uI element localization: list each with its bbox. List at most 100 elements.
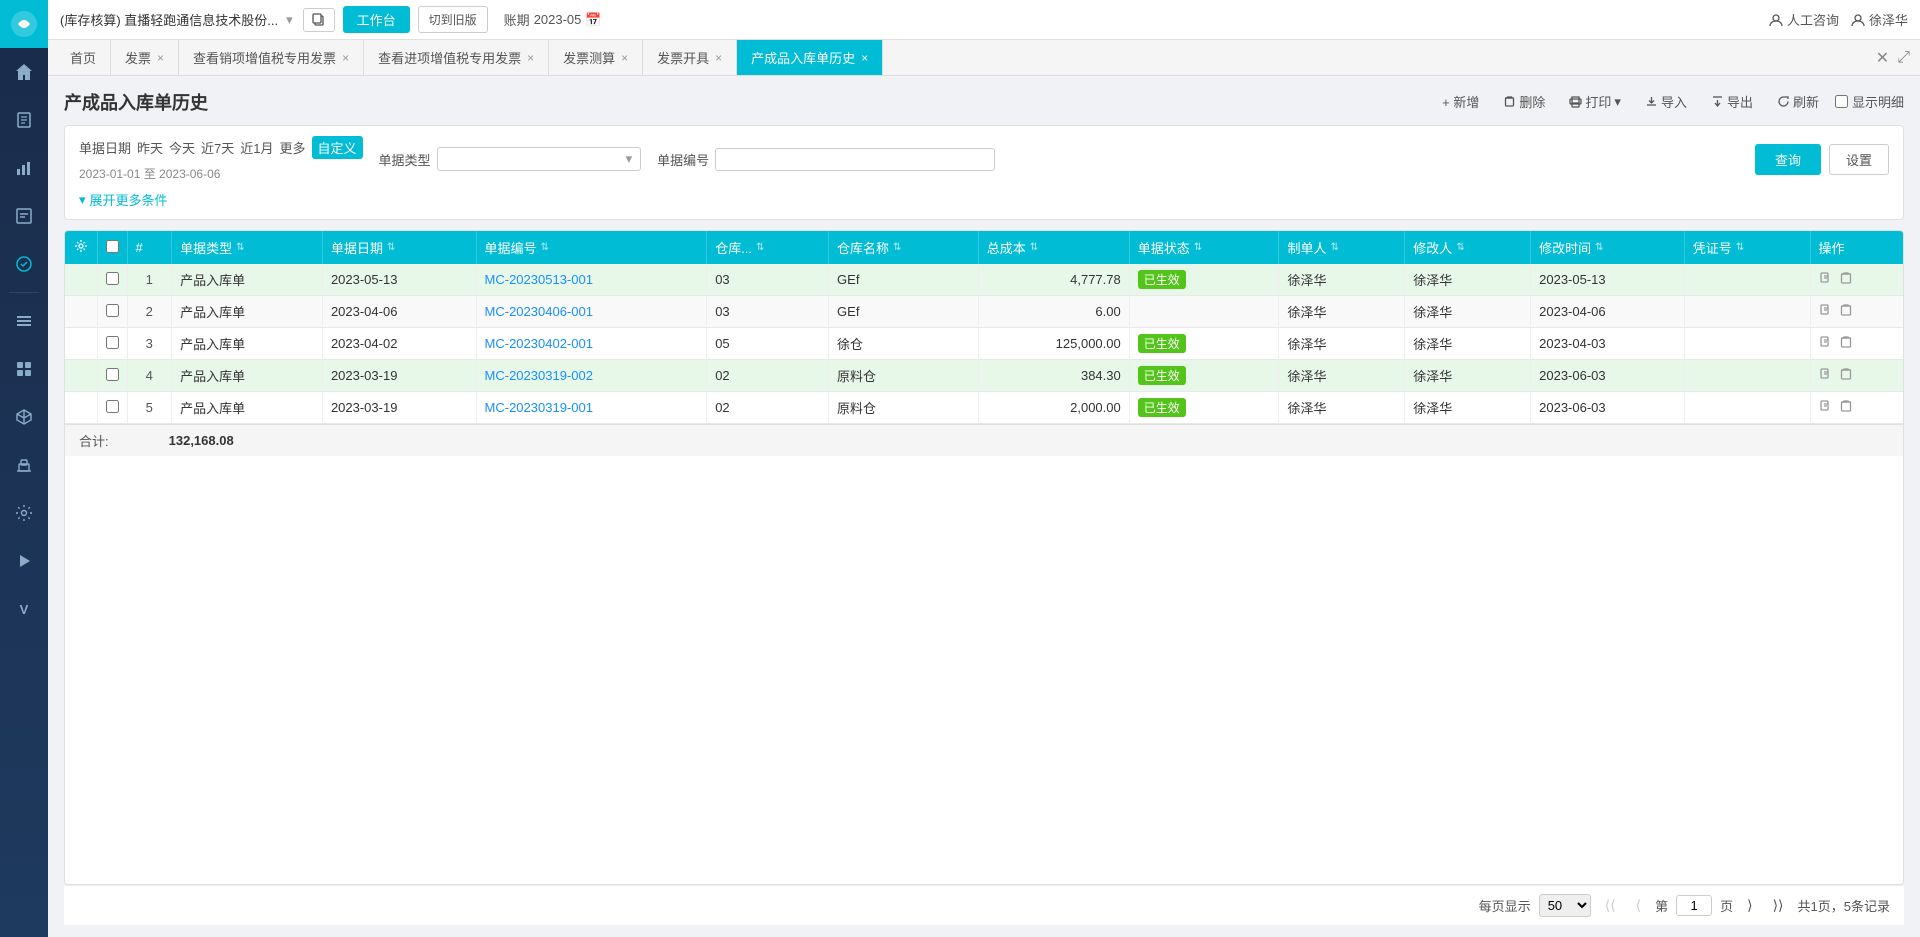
- delete-row-icon[interactable]: [1839, 399, 1853, 416]
- shortcut-custom[interactable]: 自定义: [312, 136, 363, 159]
- td-number[interactable]: MC-20230402-001: [476, 328, 707, 360]
- tab-history[interactable]: 产成品入库单历史 ×: [737, 40, 883, 76]
- sidebar-item-box[interactable]: [0, 393, 48, 441]
- tab-close-all-button[interactable]: ✕: [1876, 48, 1889, 68]
- th-checkbox[interactable]: [97, 231, 127, 264]
- tab-invoice-close[interactable]: ×: [157, 51, 164, 65]
- th-modify-time[interactable]: 修改时间⇅: [1531, 231, 1685, 264]
- delete-button[interactable]: 删除: [1495, 88, 1553, 115]
- th-warehouse-code[interactable]: 仓库...⇅: [707, 231, 829, 264]
- shortcut-yesterday[interactable]: 昨天: [137, 138, 163, 157]
- company-dropdown-icon[interactable]: ▾: [286, 12, 293, 28]
- td-checkbox[interactable]: [97, 296, 127, 328]
- tab-open[interactable]: 发票开具 ×: [643, 40, 737, 76]
- edit-icon[interactable]: [1819, 399, 1833, 416]
- th-total-cost[interactable]: 总成本⇅: [978, 231, 1129, 264]
- sidebar-item-stamp[interactable]: [0, 441, 48, 489]
- sidebar-item-settings[interactable]: [0, 489, 48, 537]
- copy-button[interactable]: [303, 8, 335, 32]
- sidebar-item-play[interactable]: [0, 537, 48, 585]
- tab-input-vat[interactable]: 查看进项增值税专用发票 ×: [364, 40, 549, 76]
- tab-maximize-button[interactable]: ⤢: [1897, 49, 1910, 67]
- shortcut-more[interactable]: 更多: [280, 138, 306, 157]
- row-checkbox[interactable]: [106, 336, 119, 349]
- delete-row-icon[interactable]: [1839, 335, 1853, 352]
- edit-icon[interactable]: [1819, 367, 1833, 384]
- period-calendar-icon[interactable]: 📅: [585, 12, 601, 28]
- th-voucher[interactable]: 凭证号⇅: [1684, 231, 1810, 264]
- sidebar-item-list[interactable]: [0, 297, 48, 345]
- tab-sales-vat[interactable]: 查看销项增值税专用发票 ×: [179, 40, 364, 76]
- tab-calc[interactable]: 发票测算 ×: [549, 40, 643, 76]
- row-checkbox[interactable]: [106, 368, 119, 381]
- export-button[interactable]: 导出: [1703, 88, 1761, 115]
- next-page-button[interactable]: ⟩: [1741, 895, 1758, 916]
- last-page-button[interactable]: ⟩⟩: [1767, 895, 1790, 916]
- expand-more-button[interactable]: ▾ 展开更多条件: [79, 190, 168, 209]
- app-logo[interactable]: [0, 0, 48, 48]
- query-button[interactable]: 查询: [1755, 144, 1821, 175]
- display-detail-checkbox[interactable]: [1835, 95, 1848, 108]
- sidebar-item-invoice[interactable]: [0, 192, 48, 240]
- th-date[interactable]: 单据日期⇅: [322, 231, 476, 264]
- number-link[interactable]: MC-20230406-001: [485, 304, 593, 319]
- username-display[interactable]: 徐泽华: [1851, 10, 1908, 29]
- td-number[interactable]: MC-20230406-001: [476, 296, 707, 328]
- td-checkbox[interactable]: [97, 328, 127, 360]
- page-input[interactable]: [1676, 895, 1712, 916]
- sidebar-item-chart[interactable]: [0, 144, 48, 192]
- number-input[interactable]: [724, 152, 986, 167]
- edit-icon[interactable]: [1819, 271, 1833, 288]
- tab-history-close[interactable]: ×: [861, 51, 868, 65]
- tab-sales-vat-close[interactable]: ×: [342, 51, 349, 65]
- delete-row-icon[interactable]: [1839, 271, 1853, 288]
- set-button[interactable]: 设置: [1829, 144, 1889, 175]
- delete-row-icon[interactable]: [1839, 367, 1853, 384]
- workbench-button[interactable]: 工作台: [343, 6, 410, 33]
- user-service[interactable]: 人工咨询: [1769, 10, 1839, 29]
- number-link[interactable]: MC-20230513-001: [485, 272, 593, 287]
- number-link[interactable]: MC-20230319-001: [485, 400, 593, 415]
- print-dropdown-icon[interactable]: ▾: [1614, 94, 1621, 110]
- number-link[interactable]: MC-20230319-002: [485, 368, 593, 383]
- display-detail-toggle[interactable]: 显示明细: [1835, 92, 1904, 111]
- print-button[interactable]: 打印 ▾: [1561, 88, 1629, 115]
- th-status[interactable]: 单据状态⇅: [1129, 231, 1279, 264]
- td-number[interactable]: MC-20230319-001: [476, 392, 707, 424]
- import-button[interactable]: 导入: [1637, 88, 1695, 115]
- tab-calc-close[interactable]: ×: [621, 51, 628, 65]
- th-settings[interactable]: [65, 231, 97, 264]
- type-select-input[interactable]: [446, 152, 622, 167]
- per-page-select[interactable]: 50 100 200: [1539, 894, 1591, 917]
- row-checkbox[interactable]: [106, 304, 119, 317]
- row-checkbox[interactable]: [106, 272, 119, 285]
- sidebar-item-grid[interactable]: [0, 345, 48, 393]
- td-checkbox[interactable]: [97, 360, 127, 392]
- first-page-button[interactable]: ⟨⟨: [1599, 895, 1622, 916]
- shortcut-1month[interactable]: 近1月: [240, 138, 273, 157]
- th-modifier[interactable]: 修改人⇅: [1405, 231, 1531, 264]
- tab-home[interactable]: 首页: [56, 40, 111, 76]
- tab-open-close[interactable]: ×: [715, 51, 722, 65]
- th-warehouse-name[interactable]: 仓库名称⇅: [829, 231, 979, 264]
- sidebar-item-doc[interactable]: [0, 96, 48, 144]
- prev-page-button[interactable]: ⟨: [1630, 895, 1647, 916]
- th-type[interactable]: 单据类型⇅: [172, 231, 323, 264]
- row-checkbox[interactable]: [106, 400, 119, 413]
- delete-row-icon[interactable]: [1839, 303, 1853, 320]
- switch-button[interactable]: 切到旧版: [418, 6, 488, 33]
- number-link[interactable]: MC-20230402-001: [485, 336, 593, 351]
- shortcut-today[interactable]: 今天: [169, 138, 195, 157]
- sidebar-item-version[interactable]: V: [0, 585, 48, 633]
- shortcut-7days[interactable]: 近7天: [201, 138, 234, 157]
- td-number[interactable]: MC-20230319-002: [476, 360, 707, 392]
- td-checkbox[interactable]: [97, 264, 127, 296]
- tab-invoice[interactable]: 发票 ×: [111, 40, 179, 76]
- sidebar-item-active[interactable]: [0, 240, 48, 288]
- select-all-checkbox[interactable]: [106, 240, 119, 253]
- tab-input-vat-close[interactable]: ×: [527, 51, 534, 65]
- sidebar-item-home[interactable]: [0, 48, 48, 96]
- th-number[interactable]: 单据编号⇅: [476, 231, 707, 264]
- refresh-button[interactable]: 刷新: [1769, 88, 1827, 115]
- td-number[interactable]: MC-20230513-001: [476, 264, 707, 296]
